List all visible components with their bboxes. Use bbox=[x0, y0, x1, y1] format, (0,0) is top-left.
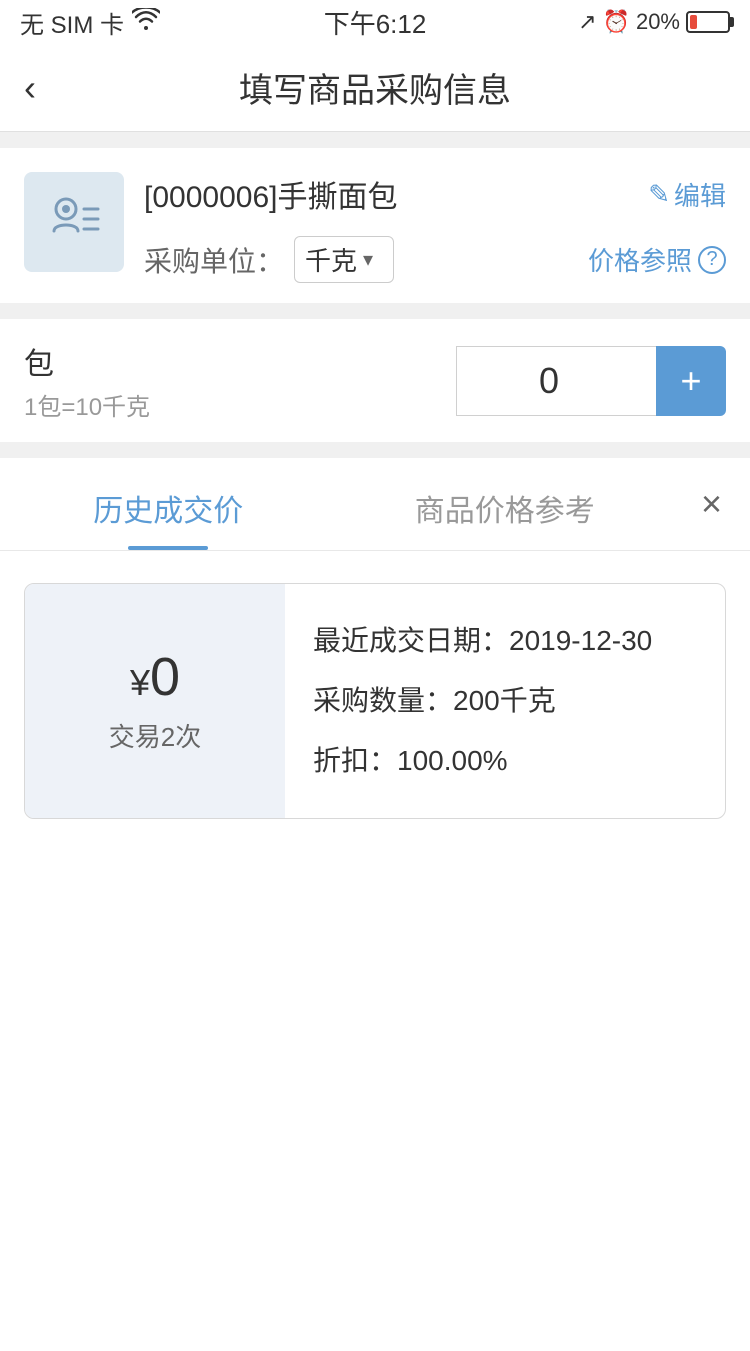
card-trade-count: 交易2次 bbox=[109, 717, 201, 754]
status-right: ↗ ⏰ 20% bbox=[578, 9, 730, 35]
recent-date-value: 2019-12-30 bbox=[509, 625, 652, 656]
product-header: [0000006]手撕面包 ✎ 编辑 bbox=[144, 172, 726, 216]
card-right: 最近成交日期：2019-12-30 采购数量：200千克 折扣：100.00% bbox=[285, 584, 725, 818]
product-thumbnail bbox=[24, 172, 124, 272]
product-section: [0000006]手撕面包 ✎ 编辑 采购单位： 千克 ▾ 价格参照 ? bbox=[0, 148, 750, 303]
card-detail-discount: 折扣：100.00% bbox=[313, 740, 697, 782]
product-unit-row: 采购单位： 千克 ▾ 价格参照 ? bbox=[144, 236, 726, 283]
info-card: ¥0 交易2次 最近成交日期：2019-12-30 采购数量：200千克 折扣：… bbox=[24, 583, 726, 819]
back-button[interactable]: ‹ bbox=[24, 67, 36, 109]
nav-bar: ‹ 填写商品采购信息 bbox=[0, 44, 750, 132]
quantity-input-block: + bbox=[456, 346, 726, 416]
discount-label: 折扣： bbox=[313, 745, 397, 776]
unit-label: 采购单位： bbox=[144, 240, 284, 280]
card-price: ¥0 bbox=[130, 648, 180, 707]
alarm-icon: ⏰ bbox=[603, 9, 630, 35]
unit-select[interactable]: 千克 ▾ bbox=[294, 236, 394, 283]
page-title: 填写商品采购信息 bbox=[239, 63, 511, 112]
unit-dropdown-arrow: ▾ bbox=[363, 247, 373, 272]
card-price-value: 0 bbox=[150, 647, 180, 707]
edit-label: 编辑 bbox=[674, 176, 726, 213]
location-icon: ↗ bbox=[578, 9, 596, 35]
tab-product-price-ref[interactable]: 商品价格参考 bbox=[336, 458, 672, 550]
purchase-qty-value: 200千克 bbox=[453, 685, 556, 716]
edit-icon: ✎ bbox=[648, 179, 670, 210]
status-left: 无 SIM 卡 bbox=[20, 5, 160, 40]
product-info: [0000006]手撕面包 ✎ 编辑 采购单位： 千克 ▾ 价格参照 ? bbox=[144, 172, 726, 283]
unit-selector-group: 采购单位： 千克 ▾ bbox=[144, 236, 394, 283]
help-icon: ? bbox=[698, 246, 726, 274]
price-ref-label: 价格参照 bbox=[588, 241, 692, 278]
card-detail-purchase-qty: 采购数量：200千克 bbox=[313, 680, 697, 722]
carrier-text: 无 SIM 卡 bbox=[20, 5, 124, 40]
recent-date-label: 最近成交日期： bbox=[313, 625, 509, 656]
wifi-icon bbox=[132, 8, 160, 37]
battery-icon bbox=[686, 11, 730, 33]
status-bar: 无 SIM 卡 下午6:12 ↗ ⏰ 20% bbox=[0, 0, 750, 44]
discount-value: 100.00% bbox=[397, 745, 508, 776]
tab-history-price[interactable]: 历史成交价 bbox=[0, 458, 336, 550]
purchase-qty-label: 采购数量： bbox=[313, 685, 453, 716]
main-bg bbox=[0, 851, 750, 1351]
status-time: 下午6:12 bbox=[324, 4, 427, 41]
section-divider-1 bbox=[0, 303, 750, 319]
quantity-label-block: 包 1包=10千克 bbox=[24, 339, 150, 422]
quantity-row: 包 1包=10千克 + bbox=[0, 319, 750, 442]
unit-value: 千克 bbox=[305, 241, 357, 278]
battery-pct: 20% bbox=[636, 9, 680, 35]
tabs-header: 历史成交价 商品价格参考 × bbox=[0, 458, 750, 551]
card-container: ¥0 交易2次 最近成交日期：2019-12-30 采购数量：200千克 折扣：… bbox=[0, 551, 750, 851]
product-name: [0000006]手撕面包 bbox=[144, 172, 397, 216]
quantity-input[interactable] bbox=[456, 346, 656, 416]
tabs-panel: 历史成交价 商品价格参考 × ¥0 交易2次 最近成交日期：2019-12-30… bbox=[0, 458, 750, 851]
panel-divider bbox=[0, 442, 750, 458]
quantity-unit-ratio: 1包=10千克 bbox=[24, 387, 150, 422]
battery-fill bbox=[690, 15, 697, 29]
card-detail-recent-date: 最近成交日期：2019-12-30 bbox=[313, 620, 697, 662]
product-thumb-icon bbox=[44, 189, 104, 256]
tab-product-price-ref-label: 商品价格参考 bbox=[415, 495, 595, 528]
quantity-plus-button[interactable]: + bbox=[656, 346, 726, 416]
card-price-yen: ¥ bbox=[130, 662, 150, 703]
edit-button[interactable]: ✎ 编辑 bbox=[648, 176, 726, 213]
card-left: ¥0 交易2次 bbox=[25, 584, 285, 818]
tab-history-price-label: 历史成交价 bbox=[93, 495, 243, 528]
price-ref-button[interactable]: 价格参照 ? bbox=[588, 241, 726, 278]
tab-close-button[interactable]: × bbox=[673, 483, 750, 525]
quantity-unit-name: 包 bbox=[24, 339, 150, 383]
